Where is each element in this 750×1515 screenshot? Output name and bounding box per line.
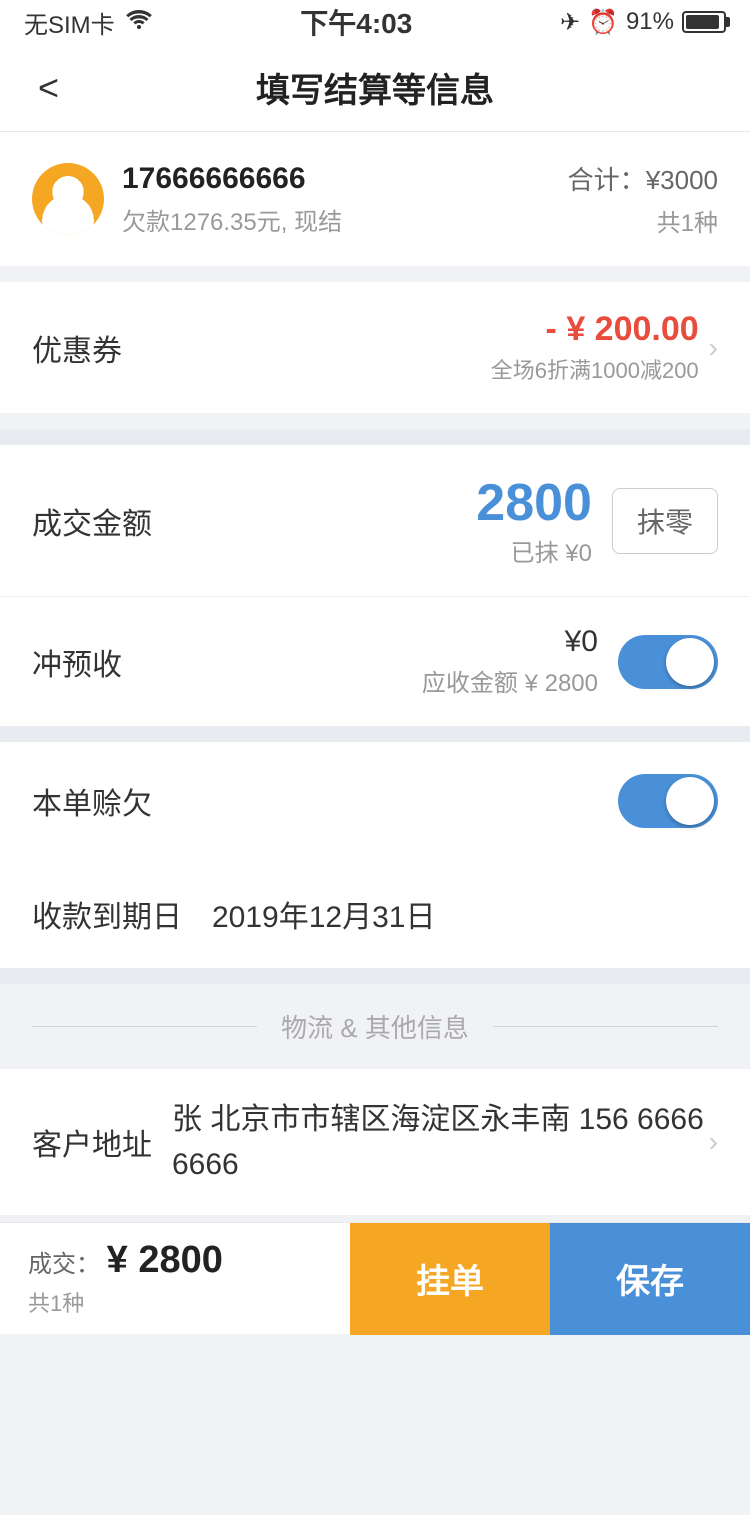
duedate-label: 收款到期日 (32, 892, 182, 936)
pre-deposit-value: ¥0 (422, 625, 598, 659)
location-icon: ✈ (560, 8, 580, 37)
erase-button[interactable]: 抹零 (612, 488, 718, 554)
pre-deposit-toggle[interactable] (618, 635, 718, 689)
alarm-icon: ⏰ (588, 8, 618, 37)
debt-label: 本单赊欠 (32, 779, 152, 823)
customer-subtitle: 欠款1276.35元, 现结 (122, 202, 342, 237)
transaction-row: 成交金额 2800 已抹 ¥0 抹零 (0, 445, 750, 597)
address-row[interactable]: 客户地址 张 北京市市辖区海淀区永丰南 156 6666 6666 › (0, 1069, 750, 1215)
section-separator-3 (0, 968, 750, 984)
customer-info: 17666666666 欠款1276.35元, 现结 (122, 162, 342, 237)
coupon-row[interactable]: 优惠券 - ¥ 200.00 全场6折满1000减200 › (0, 282, 750, 413)
total-count: 共1种 (568, 203, 718, 238)
transaction-label: 成交金额 (32, 499, 152, 543)
transaction-amount: 2800 (476, 473, 592, 533)
customer-card: 17666666666 欠款1276.35元, 现结 合计：¥3000 共1种 (0, 132, 750, 266)
customer-phone: 17666666666 (122, 162, 342, 196)
logistics-line-right (493, 1026, 718, 1027)
customer-left: 17666666666 欠款1276.35元, 现结 (32, 162, 342, 237)
bottom-summary: 成交： ¥ 2800 共1种 (0, 1239, 350, 1318)
chevron-right-icon: › (709, 332, 718, 364)
debt-toggle[interactable] (618, 774, 718, 828)
carrier-text: 无SIM卡 (24, 5, 115, 40)
pre-deposit-right: ¥0 应收金额 ¥ 2800 (422, 625, 718, 698)
wifi-icon (125, 8, 153, 36)
hold-button[interactable]: 挂单 (350, 1223, 550, 1335)
duedate-value: 2019年12月31日 (212, 892, 435, 936)
logistics-line-left (32, 1026, 257, 1027)
nav-bar: < 填写结算等信息 (0, 44, 750, 132)
pre-deposit-row: 冲预收 ¥0 应收金额 ¥ 2800 (0, 597, 750, 726)
section-separator-2 (0, 726, 750, 742)
avatar (32, 163, 104, 235)
coupon-label: 优惠券 (32, 326, 122, 370)
pre-deposit-label: 冲预收 (32, 640, 122, 684)
coupon-discount: - ¥ 200.00 (491, 310, 699, 349)
transaction-right: 2800 已抹 ¥0 抹零 (476, 473, 718, 568)
amount-erased: 已抹 ¥0 (476, 533, 592, 568)
pre-deposit-sublabel: 应收金额 ¥ 2800 (422, 663, 598, 698)
transaction-section: 成交金额 2800 已抹 ¥0 抹零 冲预收 ¥0 应收金额 ¥ 2800 (0, 445, 750, 726)
battery-percentage: 91% (626, 8, 674, 36)
debt-toggle-knob (666, 777, 714, 825)
total-label: 合计：¥3000 (568, 160, 718, 197)
bottom-amount: ¥ 2800 (107, 1239, 223, 1281)
logistics-section: 物流 & 其他信息 (0, 984, 750, 1069)
debt-row: 本单赊欠 (0, 742, 750, 860)
logistics-title: 物流 & 其他信息 (257, 1008, 493, 1045)
page-title: 填写结算等信息 (256, 63, 494, 112)
bottom-count: 共1种 (28, 1286, 322, 1318)
section-separator (0, 429, 750, 445)
address-chevron-icon: › (709, 1126, 718, 1158)
back-button[interactable]: < (28, 57, 69, 119)
status-time: 下午4:03 (300, 2, 412, 42)
coupon-right: - ¥ 200.00 全场6折满1000减200 › (491, 310, 718, 385)
battery-icon (682, 11, 726, 33)
status-right: ✈ ⏰ 91% (560, 8, 726, 37)
address-value: 张 北京市市辖区海淀区永丰南 156 6666 6666 (172, 1097, 709, 1187)
duedate-row: 收款到期日 2019年12月31日 (0, 860, 750, 968)
customer-total: 合计：¥3000 共1种 (568, 160, 718, 238)
address-label: 客户地址 (32, 1120, 152, 1164)
coupon-description: 全场6折满1000减200 (491, 353, 699, 385)
save-button[interactable]: 保存 (550, 1223, 750, 1335)
bottom-bar: 成交： ¥ 2800 共1种 挂单 保存 (0, 1222, 750, 1334)
bottom-summary-label: 成交： (28, 1251, 100, 1278)
status-left: 无SIM卡 (24, 5, 153, 40)
toggle-knob (666, 638, 714, 686)
status-bar: 无SIM卡 下午4:03 ✈ ⏰ 91% (0, 0, 750, 44)
